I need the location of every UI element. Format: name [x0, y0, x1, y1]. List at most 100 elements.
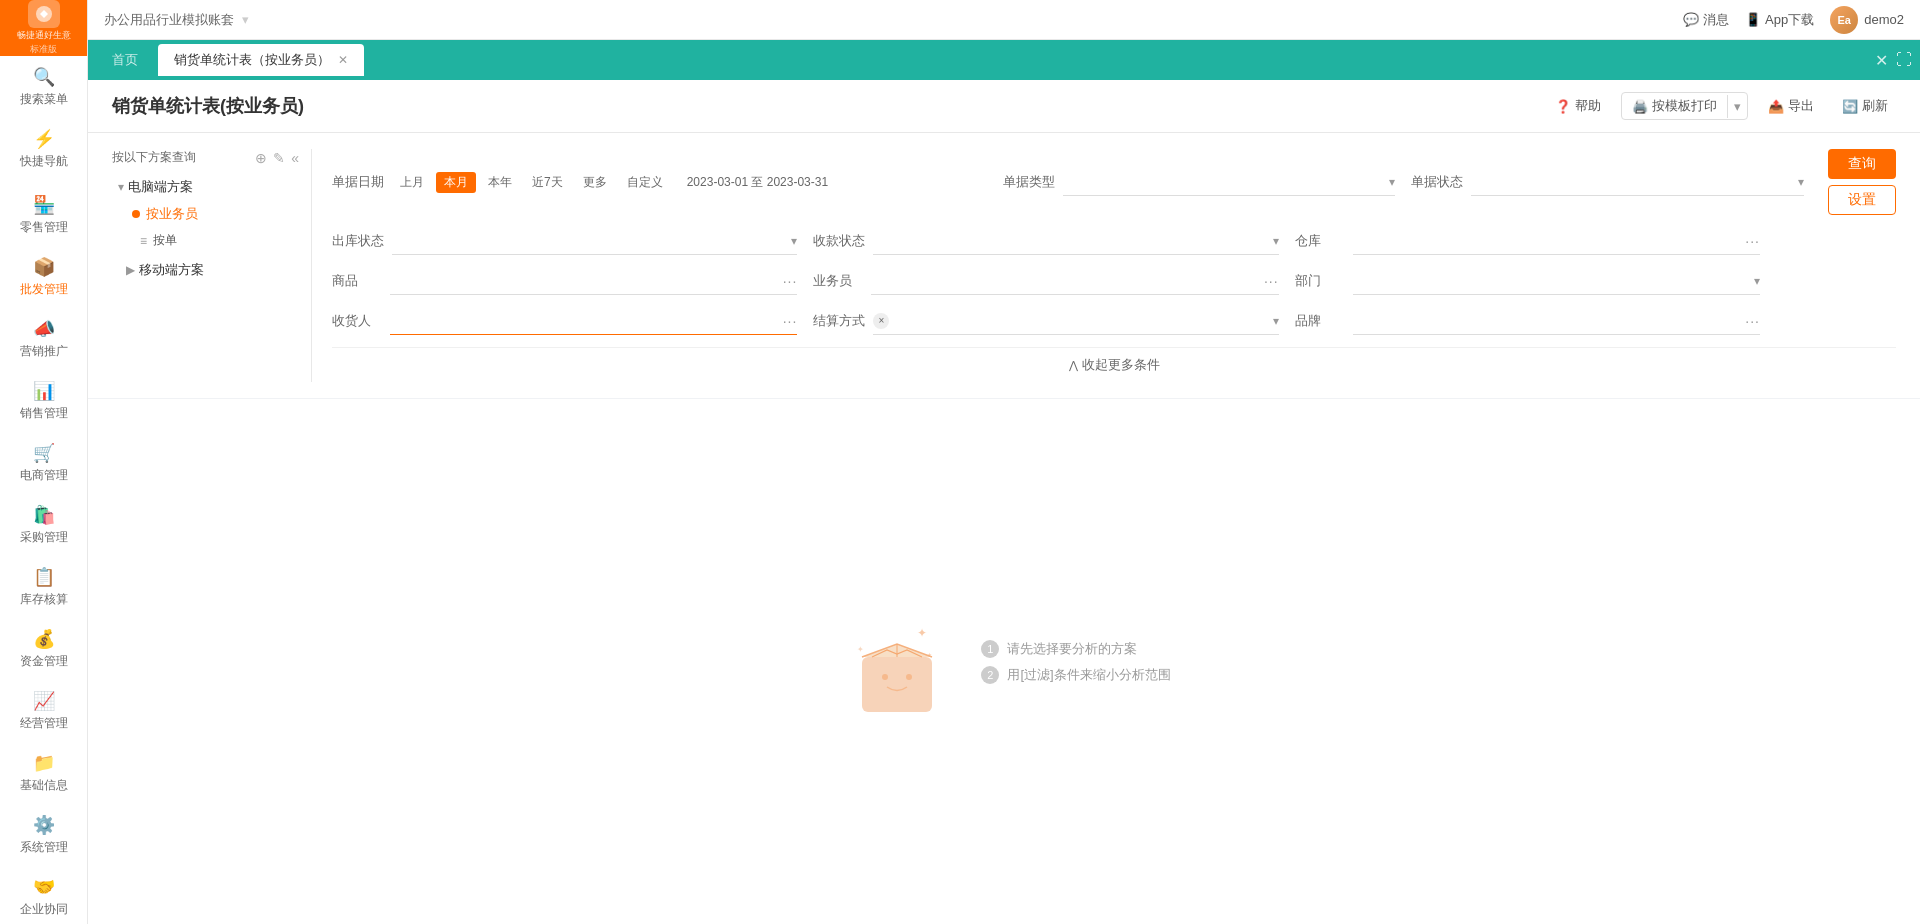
- step-2-text: 用[过滤]条件来缩小分析范围: [1007, 666, 1170, 684]
- tab-sales-stat-label: 销货单统计表（按业务员）: [174, 51, 330, 69]
- tab-sales-stat[interactable]: 销货单统计表（按业务员） ✕: [158, 44, 364, 76]
- user-action[interactable]: Ea demo2: [1830, 6, 1904, 34]
- sidebar: 畅捷通好生意 标准版 🔍 搜索菜单 ⚡ 快捷导航 🏪 零售管理 📦 批发管理 📣…: [0, 0, 88, 924]
- system-icon: ⚙️: [33, 814, 55, 836]
- tab-fullscreen-button[interactable]: ⛶: [1896, 51, 1912, 70]
- sidebar-item-purchase[interactable]: 🛍️ 采购管理: [0, 494, 88, 556]
- out-status-field: 出库状态 ▾: [332, 227, 797, 255]
- tab-close-all-button[interactable]: ✕: [1875, 51, 1888, 70]
- warehouse-field: 仓库 ···: [1295, 227, 1760, 255]
- marketing-icon: 📣: [33, 318, 55, 340]
- goods-more: ···: [783, 273, 798, 289]
- header-actions: ❓ 帮助 🖨️ 按模板打印 ▾ 📤 导出 🔄 刷新: [1547, 92, 1896, 120]
- sidebar-item-basicinfo[interactable]: 📁 基础信息: [0, 742, 88, 804]
- goods-input[interactable]: ···: [390, 267, 797, 295]
- query-button[interactable]: 查询: [1828, 149, 1896, 179]
- settings-button[interactable]: 设置: [1828, 185, 1896, 215]
- inventory-icon: 📋: [33, 566, 55, 588]
- sidebar-item-search[interactable]: 🔍 搜索菜单: [0, 56, 88, 118]
- left-nav-title: 按以下方案查询: [112, 149, 196, 166]
- type-filter-field: 单据类型 ▾: [1003, 168, 1396, 196]
- tab-close-button[interactable]: ✕: [338, 53, 348, 67]
- sidebar-item-sales[interactable]: 📊 销售管理: [0, 370, 88, 432]
- status-dropdown-arrow: ▾: [1798, 175, 1804, 189]
- nav-collapse-button[interactable]: «: [291, 150, 299, 166]
- payment-dropdown[interactable]: × ▾: [873, 307, 1278, 335]
- brand-input[interactable]: ···: [1353, 307, 1760, 335]
- filter-row-1: 单据日期 上月 本月 本年 近7天 更多 自定义 2023-03-01 至 20…: [332, 149, 1896, 215]
- date-tab-custom[interactable]: 自定义: [619, 172, 671, 193]
- export-icon: 📤: [1768, 99, 1784, 114]
- sidebar-item-retail[interactable]: 🏪 零售管理: [0, 184, 88, 246]
- topbar-right: 💬 消息 📱 App下载 Ea demo2: [1683, 6, 1904, 34]
- sidebar-item-cooperation[interactable]: 🤝 企业协同: [0, 866, 88, 924]
- out-status-arrow: ▾: [791, 234, 797, 248]
- message-action[interactable]: 💬 消息: [1683, 11, 1729, 29]
- collapse-icon: ⋀: [1069, 359, 1078, 372]
- ecommerce-icon: 🛒: [33, 442, 55, 464]
- date-tab-more[interactable]: 更多: [575, 172, 615, 193]
- print-button[interactable]: 🖨️ 按模板打印: [1622, 93, 1727, 119]
- sidebar-item-marketing[interactable]: 📣 营销推广: [0, 308, 88, 370]
- tab-home[interactable]: 首页: [96, 44, 154, 76]
- app-download-action[interactable]: 📱 App下载: [1745, 11, 1814, 29]
- empty-step-2: 2 用[过滤]条件来缩小分析范围: [981, 666, 1170, 684]
- consignee-input[interactable]: ···: [390, 307, 797, 335]
- app-download-label: App下载: [1765, 11, 1814, 29]
- payment-tag-close[interactable]: ×: [873, 313, 889, 329]
- export-button[interactable]: 📤 导出: [1760, 93, 1822, 119]
- sidebar-item-quicknav[interactable]: ⚡ 快捷导航: [0, 118, 88, 180]
- sidebar-item-wholesale[interactable]: 📦 批发管理: [0, 246, 88, 308]
- sidebar-item-system[interactable]: ⚙️ 系统管理: [0, 804, 88, 866]
- print-dropdown-button[interactable]: ▾: [1727, 95, 1747, 118]
- filter-panel: 按以下方案查询 ⊕ ✎ « ▾ 电脑端方案 按业务员: [88, 133, 1920, 398]
- brand-more: ···: [1745, 313, 1760, 329]
- print-button-group: 🖨️ 按模板打印 ▾: [1621, 92, 1748, 120]
- dept-dropdown[interactable]: ▾: [1353, 267, 1760, 295]
- date-tabs: 上月 本月 本年 近7天 更多 自定义: [392, 172, 671, 193]
- breadcrumb-text: 办公用品行业模拟账套: [104, 11, 234, 29]
- receipt-status-dropdown[interactable]: ▾: [873, 227, 1278, 255]
- nav-item-by-salesman[interactable]: 按业务员: [112, 200, 299, 228]
- type-dropdown-arrow: ▾: [1389, 175, 1395, 189]
- warehouse-input[interactable]: ···: [1353, 227, 1760, 255]
- dept-label: 部门: [1295, 272, 1345, 290]
- date-tab-last-month[interactable]: 上月: [392, 172, 432, 193]
- finance-icon: 💰: [33, 628, 55, 650]
- print-icon: 🖨️: [1632, 99, 1648, 114]
- search-icon: 🔍: [33, 66, 55, 88]
- status-filter-field: 单据状态 ▾: [1411, 168, 1804, 196]
- collapse-label: 收起更多条件: [1082, 356, 1160, 374]
- empty-steps: 1 请先选择要分析的方案 2 用[过滤]条件来缩小分析范围: [981, 640, 1170, 684]
- pc-section-label: 电脑端方案: [128, 178, 193, 196]
- nav-edit-button[interactable]: ✎: [273, 150, 285, 166]
- out-status-dropdown[interactable]: ▾: [392, 227, 797, 255]
- date-tab-7days[interactable]: 近7天: [524, 172, 571, 193]
- sidebar-item-ecommerce[interactable]: 🛒 电商管理: [0, 432, 88, 494]
- type-dropdown[interactable]: ▾: [1063, 168, 1396, 196]
- nav-section-pc: ▾ 电脑端方案 按业务员 ≡ 按单: [112, 174, 299, 253]
- type-label: 单据类型: [1003, 173, 1055, 191]
- sidebar-item-inventory[interactable]: 📋 库存核算: [0, 556, 88, 618]
- nav-item-order-label: 按单: [153, 232, 177, 249]
- salesman-input[interactable]: ···: [871, 267, 1278, 295]
- sidebar-item-finance[interactable]: 💰 资金管理: [0, 618, 88, 680]
- operations-icon: 📈: [33, 690, 55, 712]
- sidebar-item-operations[interactable]: 📈 经营管理: [0, 680, 88, 742]
- nav-item-by-order[interactable]: ≡ 按单: [112, 228, 299, 253]
- app-download-icon: 📱: [1745, 12, 1761, 27]
- svg-point-6: [906, 674, 912, 680]
- status-dropdown[interactable]: ▾: [1471, 168, 1804, 196]
- date-tab-this-year[interactable]: 本年: [480, 172, 520, 193]
- help-button[interactable]: ❓ 帮助: [1547, 93, 1609, 119]
- mobile-section-label: 移动端方案: [139, 261, 204, 279]
- nav-section-mobile-header[interactable]: ▶ 移动端方案: [112, 257, 299, 283]
- date-tab-this-month[interactable]: 本月: [436, 172, 476, 193]
- svg-point-5: [882, 674, 888, 680]
- refresh-button[interactable]: 🔄 刷新: [1834, 93, 1896, 119]
- collapse-bar[interactable]: ⋀ 收起更多条件: [332, 347, 1896, 382]
- consignee-more: ···: [783, 313, 798, 329]
- nav-section-pc-header[interactable]: ▾ 电脑端方案: [112, 174, 299, 200]
- nav-add-button[interactable]: ⊕: [255, 150, 267, 166]
- left-nav-actions: ⊕ ✎ «: [255, 150, 299, 166]
